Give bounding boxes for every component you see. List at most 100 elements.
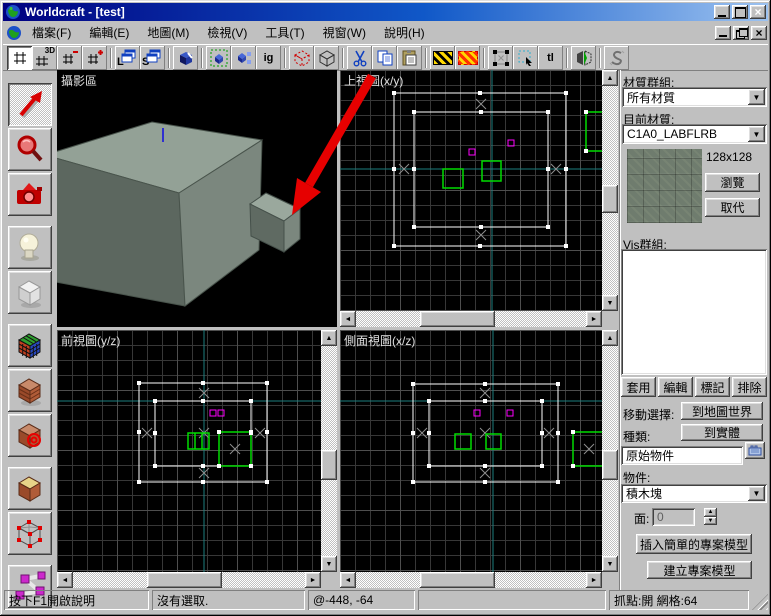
create-prefab-button[interactable]: 建立專案模型 xyxy=(647,561,752,579)
group-button[interactable] xyxy=(206,45,231,70)
spinner-up-icon[interactable]: ▲ xyxy=(704,508,717,517)
ungroup-button[interactable] xyxy=(231,45,256,70)
scroll-down-button[interactable]: ▼ xyxy=(602,556,618,572)
morph-button[interactable] xyxy=(604,45,629,70)
maximize-button[interactable] xyxy=(732,5,748,19)
paste-button[interactable] xyxy=(397,45,422,70)
resize-grip[interactable] xyxy=(752,594,768,610)
copy-button[interactable] xyxy=(372,45,397,70)
marquee-cursor-icon xyxy=(518,50,532,66)
vis-purge-button[interactable]: 排除 xyxy=(732,377,767,397)
child-close-button[interactable]: × xyxy=(751,25,767,40)
minimize-icon xyxy=(719,35,727,37)
scroll-thumb[interactable] xyxy=(602,450,618,480)
auto-select-button[interactable] xyxy=(513,45,538,70)
viewport-top[interactable]: 上視圖(x/y) ▲ ▼ ◄ ► xyxy=(340,70,618,327)
texture-lock-button[interactable]: tl xyxy=(538,45,563,70)
scroll-thumb[interactable] xyxy=(321,450,337,480)
horizontal-scrollbar[interactable]: ◄ ► xyxy=(340,311,602,327)
menu-map[interactable]: 地圖(M) xyxy=(139,22,197,43)
vis-groups-list[interactable] xyxy=(621,249,767,375)
toolbar-separator xyxy=(483,48,485,68)
selection-tool-button[interactable] xyxy=(7,83,52,126)
menu-tools[interactable]: 工具(T) xyxy=(257,22,312,43)
chevron-down-icon[interactable]: ▼ xyxy=(748,126,765,142)
objects-select[interactable]: 積木塊 ▼ xyxy=(621,484,767,503)
status-selection: 沒有選取. xyxy=(152,590,305,610)
hide-selected-button[interactable] xyxy=(289,45,314,70)
menu-help[interactable]: 說明(H) xyxy=(376,22,433,43)
show-all-button[interactable] xyxy=(314,45,339,70)
close-button[interactable]: × xyxy=(750,5,766,19)
menu-window[interactable]: 視窗(W) xyxy=(315,22,374,43)
cut-button[interactable] xyxy=(347,45,372,70)
category-input[interactable] xyxy=(621,446,743,465)
load-window-state-button[interactable]: L xyxy=(115,45,140,70)
browse-button[interactable]: 瀏覽 xyxy=(705,173,760,192)
block-tool-button[interactable] xyxy=(7,271,52,314)
toggle-3d-grid-button[interactable]: 3D xyxy=(32,45,57,70)
scroll-up-button[interactable]: ▲ xyxy=(602,330,618,346)
menu-bar: 檔案(F) 編輯(E) 地圖(M) 檢視(V) 工具(T) 視窗(W) 說明(H… xyxy=(3,21,768,44)
cordon-button[interactable] xyxy=(430,45,455,70)
to-world-button[interactable]: 到地圖世界 xyxy=(681,402,763,420)
category-extra-button[interactable] xyxy=(745,442,765,459)
apply-decals-tool-button[interactable] xyxy=(7,414,52,457)
scroll-left-button[interactable]: ◄ xyxy=(340,311,356,327)
cube-outline-icon xyxy=(318,49,335,67)
apply-texture-tool-button[interactable] xyxy=(7,369,52,412)
to-entity-button[interactable]: 到實體 xyxy=(681,424,763,441)
replace-button[interactable]: 取代 xyxy=(705,198,760,217)
chevron-down-icon[interactable]: ▼ xyxy=(748,486,765,501)
scroll-down-button[interactable]: ▼ xyxy=(602,295,618,311)
toggle-grid-button[interactable] xyxy=(7,45,32,70)
child-minimize-button[interactable] xyxy=(715,25,731,40)
save-window-state-button[interactable]: S xyxy=(140,45,165,70)
toolbar-separator xyxy=(201,48,203,68)
scroll-right-button[interactable]: ► xyxy=(586,311,602,327)
viewport-side[interactable]: 側面視圖(x/z) ▲ ▼ ◄ ► xyxy=(340,330,618,588)
texture-group-select[interactable]: 所有材質 ▼ xyxy=(622,87,767,107)
viewport-3d[interactable]: 攝影區 xyxy=(43,70,337,327)
vis-mark-button[interactable]: 標記 xyxy=(695,377,730,397)
decal-cube-icon xyxy=(17,422,41,449)
vis-edit-button[interactable]: 編輯 xyxy=(658,377,693,397)
status-size xyxy=(418,590,606,610)
scroll-thumb[interactable] xyxy=(420,311,495,327)
clip-mode-button[interactable] xyxy=(571,45,596,70)
vertex-tool-button[interactable] xyxy=(7,512,52,555)
vertical-scrollbar[interactable]: ▲ ▼ xyxy=(602,70,618,311)
object-bar: 材質群組: 所有材質 ▼ 目前材質: C1A0_LABFLRB ▼ 128x12… xyxy=(620,70,769,590)
scroll-up-button[interactable]: ▲ xyxy=(321,330,337,346)
chevron-down-icon[interactable]: ▼ xyxy=(748,89,765,105)
magnify-tool-button[interactable] xyxy=(7,128,52,171)
vertical-scrollbar[interactable]: ▲ ▼ xyxy=(602,330,618,572)
window-title: Worldcraft - [test] xyxy=(25,5,125,19)
larger-grid-button[interactable] xyxy=(82,45,107,70)
faces-spinner[interactable]: ▲ ▼ xyxy=(704,508,717,525)
select-handles-button[interactable] xyxy=(488,45,513,70)
vertical-scrollbar[interactable]: ▲ ▼ xyxy=(321,330,337,572)
menu-view[interactable]: 檢視(V) xyxy=(199,22,255,43)
scroll-down-button[interactable]: ▼ xyxy=(321,556,337,572)
texture-application-tool-button[interactable] xyxy=(7,324,52,367)
ignore-groups-button[interactable]: ig xyxy=(256,45,281,70)
vis-apply-button[interactable]: 套用 xyxy=(621,377,656,397)
current-texture-select[interactable]: C1A0_LABFLRB ▼ xyxy=(622,124,767,144)
menu-edit[interactable]: 編輯(E) xyxy=(81,22,137,43)
magnifier-icon xyxy=(17,135,42,161)
scroll-up-button[interactable]: ▲ xyxy=(602,70,618,86)
carve-button[interactable] xyxy=(173,45,198,70)
insert-prefab-button[interactable]: 插入簡單的專案模型 xyxy=(636,534,752,554)
minimize-button[interactable] xyxy=(714,5,730,19)
cordon-edit-button[interactable] xyxy=(455,45,480,70)
scroll-thumb[interactable] xyxy=(602,185,618,213)
menu-file[interactable]: 檔案(F) xyxy=(24,22,79,43)
smaller-grid-button[interactable] xyxy=(57,45,82,70)
clipping-tool-button[interactable] xyxy=(7,467,52,510)
spinner-down-icon[interactable]: ▼ xyxy=(704,516,717,525)
entity-tool-button[interactable] xyxy=(7,226,52,269)
viewport-front[interactable]: 前視圖(y/z) ▲ ▼ ◄ ► xyxy=(57,330,337,588)
camera-tool-button[interactable] xyxy=(7,173,52,216)
child-restore-button[interactable] xyxy=(733,25,749,40)
